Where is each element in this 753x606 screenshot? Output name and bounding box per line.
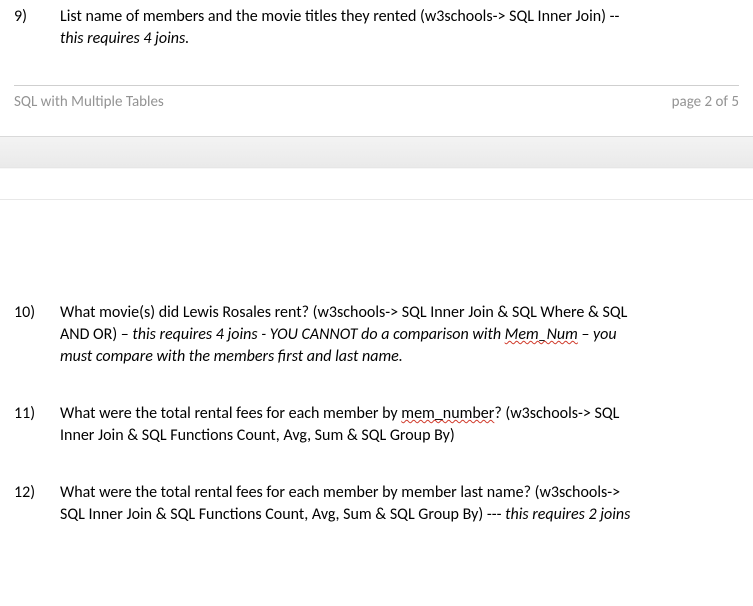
question-11-line1b: ? (w3schools-> SQL <box>494 404 619 423</box>
question-12-number: 12) <box>14 482 44 504</box>
question-11-number: 11) <box>14 403 44 425</box>
page-footer: SQL with Multiple Tables page 2 of 5 <box>14 85 739 136</box>
footer-right-text: page 2 of 5 <box>672 92 739 112</box>
question-9-body: List name of members and the movie title… <box>60 6 739 49</box>
question-10-number: 10) <box>14 302 44 324</box>
question-11-line2: Inner Join & SQL Functions Count, Avg, S… <box>60 426 455 445</box>
question-10-line3: must compare with the members first and … <box>60 347 403 366</box>
question-10-italic-a: this requires 4 joins - YOU CANNOT do a … <box>132 325 504 344</box>
question-10-line2a: AND OR) – <box>60 325 132 344</box>
question-12: 12) What were the total rental fees for … <box>14 482 739 525</box>
page-top-region: 9) List name of members and the movie ti… <box>0 0 753 136</box>
question-10-memnum: Mem_Num <box>505 325 578 344</box>
question-11-line1a: What were the total rental fees for each… <box>60 404 401 423</box>
question-11-body: What were the total rental fees for each… <box>60 403 739 446</box>
question-10-italic-c: – you <box>578 325 617 344</box>
question-12-line2a: SQL Inner Join & SQL Functions Count, Av… <box>60 505 505 524</box>
question-10-line1: What movie(s) did Lewis Rosales rent? (w… <box>60 303 627 322</box>
question-12-line1: What were the total rental fees for each… <box>60 483 620 502</box>
page-bottom-region: 10) What movie(s) did Lewis Rosales rent… <box>0 200 753 525</box>
question-11-memnumber: mem_number <box>401 404 494 423</box>
question-11: 11) What were the total rental fees for … <box>14 403 739 446</box>
question-9: 9) List name of members and the movie ti… <box>14 6 739 49</box>
question-10-body: What movie(s) did Lewis Rosales rent? (w… <box>60 302 739 367</box>
question-12-body: What were the total rental fees for each… <box>60 482 739 525</box>
page-break-divider <box>0 136 753 200</box>
footer-left-text: SQL with Multiple Tables <box>14 92 164 112</box>
question-9-text: List name of members and the movie title… <box>60 7 619 26</box>
question-9-number: 9) <box>14 6 44 28</box>
question-10: 10) What movie(s) did Lewis Rosales rent… <box>14 302 739 367</box>
question-9-note: this requires 4 joins. <box>60 29 189 48</box>
question-12-line2b: this requires 2 joins <box>505 505 630 524</box>
